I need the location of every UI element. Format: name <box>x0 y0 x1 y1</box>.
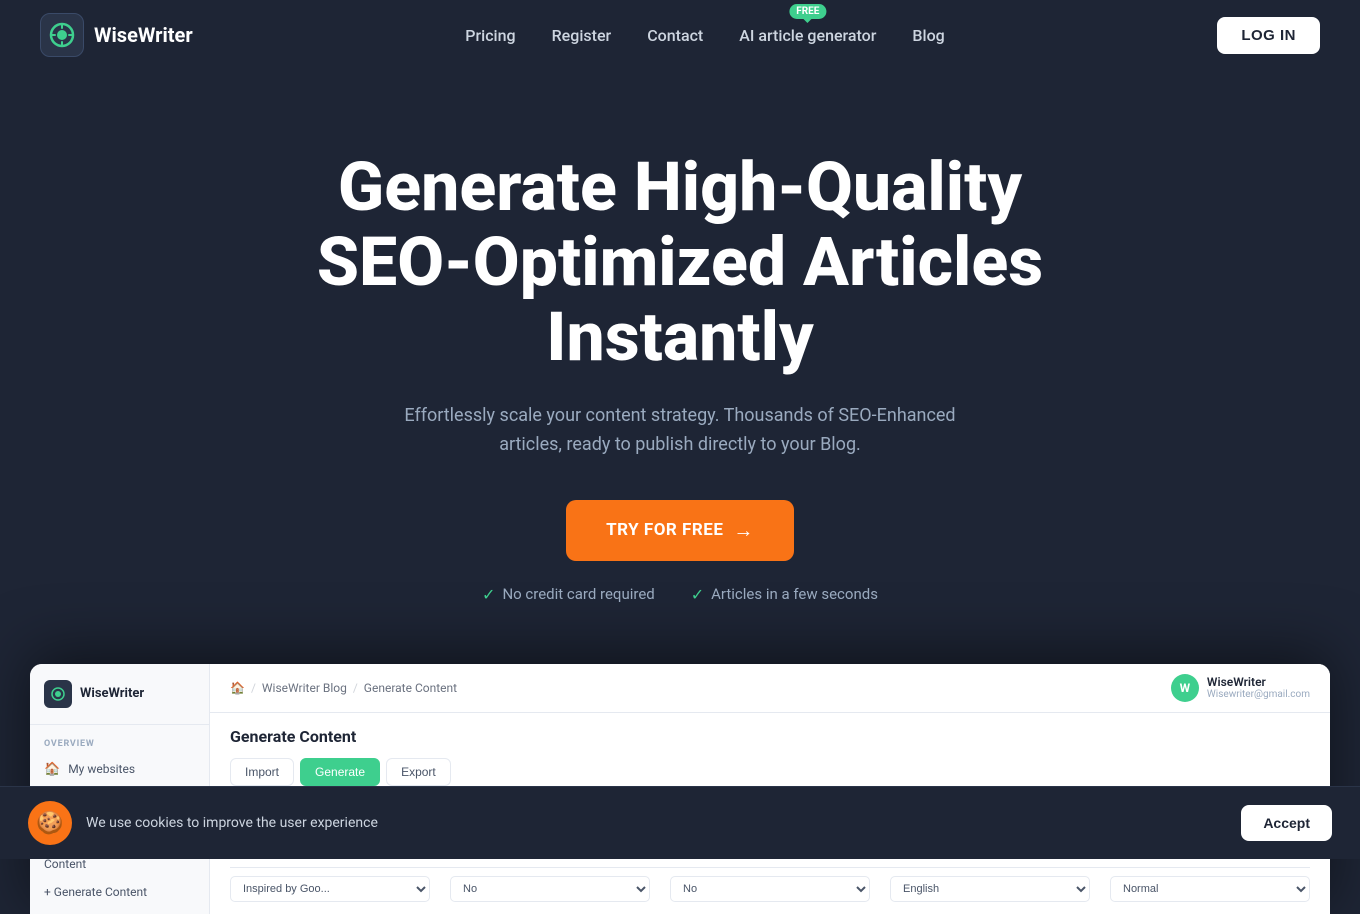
sidebar-overview-label: Overview <box>30 739 209 749</box>
accept-button[interactable]: Accept <box>1241 805 1332 841</box>
sidebar-brand: WiseWriter <box>80 686 144 701</box>
cookie-text: We use cookies to improve the user exper… <box>86 815 378 831</box>
cta-button[interactable]: TRY FOR FREE → <box>566 500 794 561</box>
cookie-banner: 🍪 We use cookies to improve the user exp… <box>0 786 1360 859</box>
quality-select[interactable]: Normal <box>1110 876 1310 902</box>
navbar: WiseWriter Pricing Register Contact FREE… <box>0 0 1360 70</box>
table-row: Inspired by Goo... No No English Normal <box>230 868 1310 910</box>
language-select[interactable]: English <box>890 876 1090 902</box>
import-button[interactable]: Import <box>230 758 294 786</box>
sidebar-item-my-websites[interactable]: 🏠 My websites <box>30 755 209 784</box>
nav-links: Pricing Register Contact FREE AI article… <box>465 26 945 45</box>
sidebar-item-generate-content[interactable]: + Generate Content <box>30 878 209 906</box>
user-info: W WiseWriter Wisewriter@gmail.com <box>1171 674 1310 702</box>
main-content-select[interactable]: Inspired by Goo... <box>230 876 430 902</box>
nav-contact[interactable]: Contact <box>647 26 703 45</box>
content-toolbar: Import Generate Export <box>230 758 1310 786</box>
export-button[interactable]: Export <box>386 758 451 786</box>
check-no-credit: ✓ No credit card required <box>482 585 655 604</box>
free-badge: FREE <box>789 4 826 19</box>
user-email: Wisewriter@gmail.com <box>1207 689 1310 700</box>
app-top-bar: 🏠 / WiseWriter Blog / Generate Content W… <box>210 664 1330 713</box>
breadcrumb: 🏠 / WiseWriter Blog / Generate Content <box>230 681 457 695</box>
hero-checks: ✓ No credit card required ✓ Articles in … <box>482 585 878 604</box>
youtube-select[interactable]: No <box>670 876 870 902</box>
images-select[interactable]: No <box>450 876 650 902</box>
nav-register[interactable]: Register <box>552 26 612 45</box>
sidebar-item-manage-content[interactable]: ≡ Manage Content <box>30 906 209 914</box>
login-button[interactable]: LOG IN <box>1217 17 1320 54</box>
hero-subtitle: Effortlessly scale your content strategy… <box>390 402 970 460</box>
cookie-left: 🍪 We use cookies to improve the user exp… <box>28 801 378 845</box>
cookie-icon: 🍪 <box>28 801 72 845</box>
logo-icon <box>40 13 84 57</box>
home-icon: 🏠 <box>44 762 60 777</box>
arrow-icon: → <box>733 518 754 543</box>
generate-button[interactable]: Generate <box>300 758 380 786</box>
hero-section: Generate High-Quality SEO-Optimized Arti… <box>0 70 1360 664</box>
user-avatar: W <box>1171 674 1199 702</box>
nav-pricing[interactable]: Pricing <box>465 26 515 45</box>
content-page-title: Generate Content <box>230 727 1310 746</box>
check-fast: ✓ Articles in a few seconds <box>691 585 878 604</box>
breadcrumb-home-icon: 🏠 <box>230 681 245 695</box>
nav-ai-generator[interactable]: AI article generator <box>739 26 876 45</box>
sidebar-logo: WiseWriter <box>30 680 209 725</box>
logo-text: WiseWriter <box>94 23 193 47</box>
nav-blog[interactable]: Blog <box>912 26 944 45</box>
logo-link[interactable]: WiseWriter <box>40 13 193 57</box>
checkmark-icon-2: ✓ <box>691 585 704 604</box>
sidebar-logo-icon <box>44 680 72 708</box>
checkmark-icon-1: ✓ <box>482 585 495 604</box>
hero-title: Generate High-Quality SEO-Optimized Arti… <box>270 150 1090 374</box>
nav-ai-generator-wrapper: FREE AI article generator <box>739 26 876 45</box>
user-details: WiseWriter Wisewriter@gmail.com <box>1207 675 1310 700</box>
